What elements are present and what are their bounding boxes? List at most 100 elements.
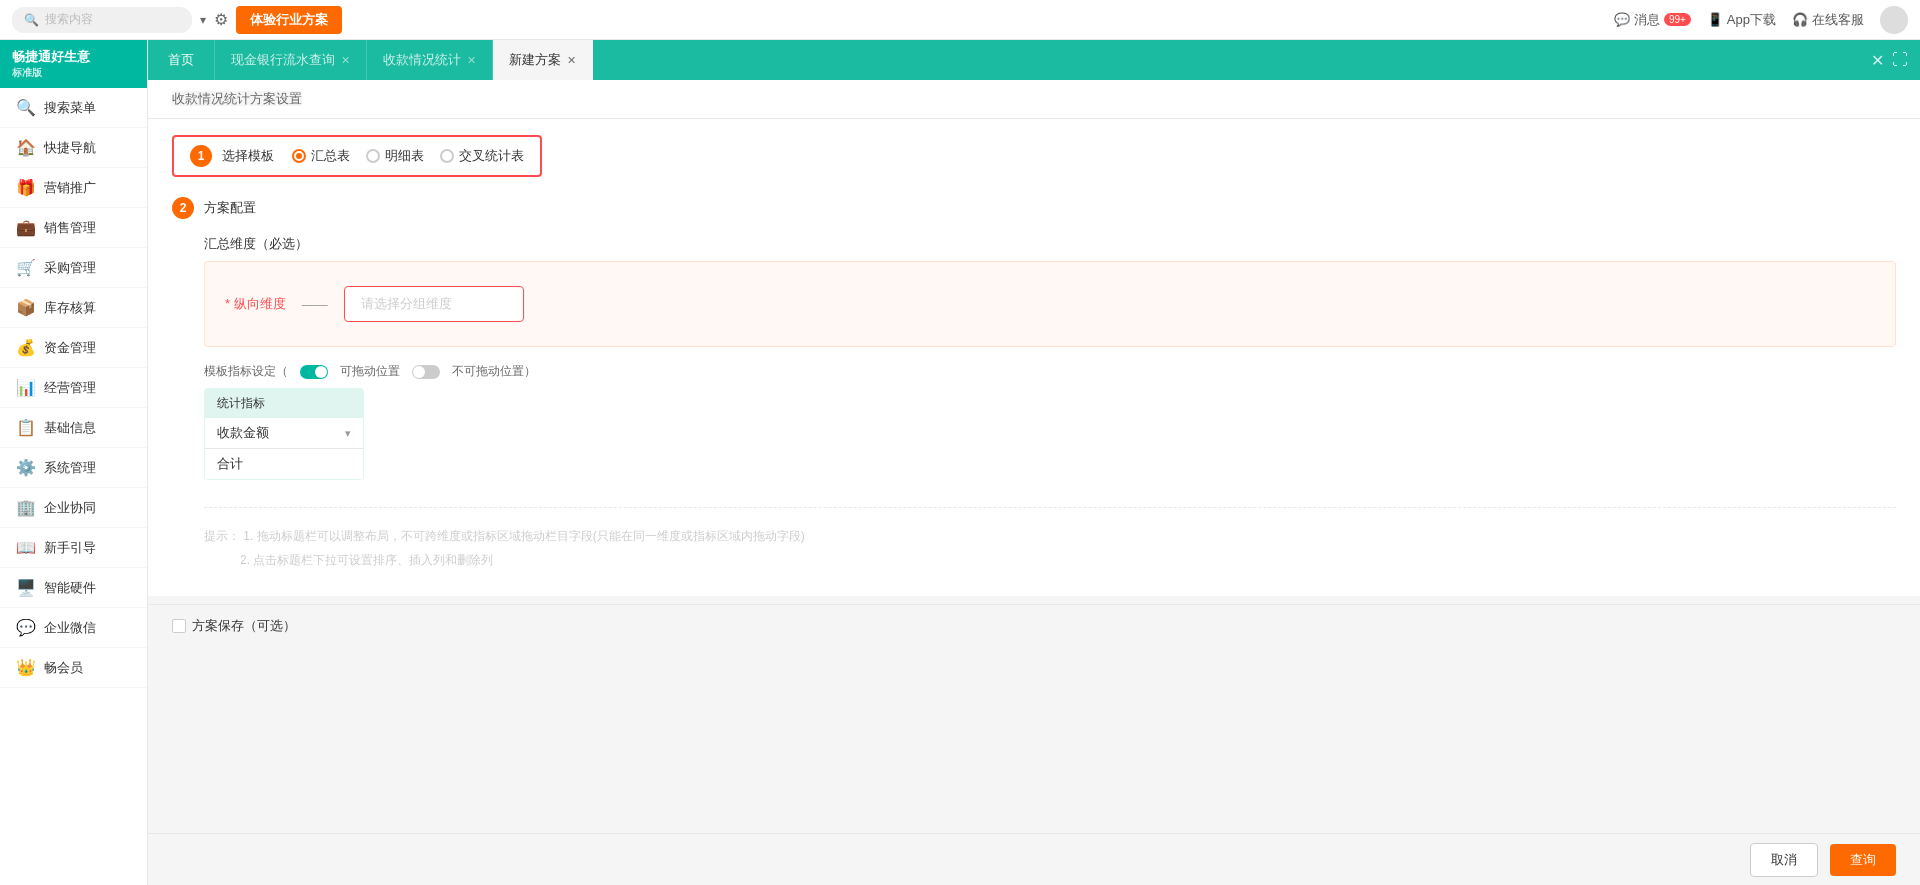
tab-collection-stat[interactable]: 收款情况统计 ✕	[367, 40, 493, 80]
header-search-bar[interactable]: 🔍 搜索内容	[12, 7, 192, 33]
radio-cross-circle	[440, 149, 454, 163]
weixin-icon: 💬	[16, 618, 36, 637]
purchase-icon: 🛒	[16, 258, 36, 277]
sidebar-label-sales: 销售管理	[44, 219, 96, 237]
tab-actions: ✕ ⛶	[1871, 51, 1920, 70]
sidebar-item-guide[interactable]: 📖 新手引导	[0, 528, 147, 568]
member-icon: 👑	[16, 658, 36, 677]
maximize-icon[interactable]: ⛶	[1892, 51, 1908, 69]
tab-home-label: 首页	[168, 51, 194, 69]
sidebar-label-enterprise: 企业协同	[44, 499, 96, 517]
save-option: 方案保存（可选）	[172, 617, 1896, 635]
message-icon: 💬	[1614, 12, 1630, 27]
sidebar-label-guide: 新手引导	[44, 539, 96, 557]
tab-cashbank[interactable]: 现金银行流水查询 ✕	[215, 40, 367, 80]
avatar[interactable]	[1880, 6, 1908, 34]
metrics-amount-dropdown-icon[interactable]: ▾	[345, 427, 351, 440]
page-content: 收款情况统计方案设置 1 选择模板 汇总表	[148, 80, 1920, 885]
tab-cashbank-close[interactable]: ✕	[341, 54, 350, 67]
radio-cross[interactable]: 交叉统计表	[440, 147, 524, 165]
metrics-header: 模板指标设定（ 可拖动位置 不可拖动位置）	[204, 363, 1896, 380]
metrics-section: 模板指标设定（ 可拖动位置 不可拖动位置） 统计指标 收款金额 ▾	[204, 363, 1896, 483]
save-option-checkbox[interactable]	[172, 619, 186, 633]
radio-summary[interactable]: 汇总表	[292, 147, 350, 165]
dimension-section-title: 汇总维度（必选）	[204, 235, 1896, 253]
sidebar-item-sales[interactable]: 💼 销售管理	[0, 208, 147, 248]
sidebar-item-member[interactable]: 👑 畅会员	[0, 648, 147, 688]
query-button[interactable]: 查询	[1830, 844, 1896, 876]
sidebar-item-smart-hw[interactable]: 🖥️ 智能硬件	[0, 568, 147, 608]
smart-hw-icon: 🖥️	[16, 578, 36, 597]
download-icon: 📱	[1707, 12, 1723, 27]
non-draggable-toggle[interactable]	[412, 365, 440, 379]
footer-buttons: 取消 查询	[148, 833, 1920, 885]
step2-section: 2 方案配置 汇总维度（必选） * 纵向维度 —— 请选择分组维度	[172, 197, 1896, 572]
sidebar-label-capital: 资金管理	[44, 339, 96, 357]
dimension-dropdown[interactable]: 请选择分组维度	[344, 286, 524, 322]
sidebar-item-enterprise[interactable]: 🏢 企业协同	[0, 488, 147, 528]
notification-item[interactable]: 💬 消息 99+	[1614, 11, 1691, 29]
sidebar-logo: 畅捷通好生意 标准版	[0, 40, 147, 88]
sidebar-item-system[interactable]: ⚙️ 系统管理	[0, 448, 147, 488]
service-icon: 🎧	[1792, 12, 1808, 27]
tab-cashbank-label: 现金银行流水查询	[231, 51, 335, 69]
tab-collection-stat-close[interactable]: ✕	[467, 54, 476, 67]
metrics-total-label: 合计	[217, 455, 243, 473]
trial-button[interactable]: 体验行业方案	[236, 6, 342, 34]
sales-icon: 💼	[16, 218, 36, 237]
hint-text-2: 2. 点击标题栏下拉可设置排序、插入列和删除列	[204, 548, 1896, 572]
step2-badge: 2	[172, 197, 194, 219]
notification-label: 消息	[1634, 11, 1660, 29]
service-item[interactable]: 🎧 在线客服	[1792, 11, 1864, 29]
sidebar-item-search-menu[interactable]: 🔍 搜索菜单	[0, 88, 147, 128]
step1-badge: 1	[190, 145, 212, 167]
marketing-icon: 🎁	[16, 178, 36, 197]
tab-bar: 首页 现金银行流水查询 ✕ 收款情况统计 ✕ 新建方案 ✕ ✕ ⛶	[148, 40, 1920, 80]
vertical-dimension-label: * 纵向维度	[225, 295, 286, 313]
draggable-toggle[interactable]	[300, 365, 328, 379]
enterprise-icon: 🏢	[16, 498, 36, 517]
metrics-table-header: 统计指标	[205, 389, 363, 418]
tab-home[interactable]: 首页	[148, 40, 215, 80]
sidebar-label-purchase: 采购管理	[44, 259, 96, 277]
notification-badge: 99+	[1664, 13, 1691, 26]
radio-detail-label: 明细表	[385, 147, 424, 165]
download-item[interactable]: 📱 App下载	[1707, 11, 1776, 29]
top-header: 🔍 搜索内容 ▾ ⚙ 体验行业方案 💬 消息 99+ 📱 App下载 🎧 在线客…	[0, 0, 1920, 40]
logo-text: 畅捷通好生意	[12, 48, 90, 66]
header-dropdown[interactable]: ▾	[200, 13, 206, 27]
sidebar-item-marketing[interactable]: 🎁 营销推广	[0, 168, 147, 208]
radio-detail[interactable]: 明细表	[366, 147, 424, 165]
search-placeholder-text: 搜索内容	[45, 11, 93, 28]
sidebar-label-marketing: 营销推广	[44, 179, 96, 197]
step1-label: 选择模板	[222, 147, 274, 165]
settings-icon[interactable]: ⚙	[214, 10, 228, 29]
sidebar-item-weixin[interactable]: 💬 企业微信	[0, 608, 147, 648]
header-right: 💬 消息 99+ 📱 App下载 🎧 在线客服	[1614, 6, 1908, 34]
cancel-button[interactable]: 取消	[1750, 843, 1818, 877]
sidebar-item-capital[interactable]: 💰 资金管理	[0, 328, 147, 368]
sidebar-label-member: 畅会员	[44, 659, 83, 677]
save-option-label: 方案保存（可选）	[192, 617, 296, 635]
hint-section: 提示： 1. 拖动标题栏可以调整布局，不可跨维度或指标区域拖动栏目字段(只能在同…	[204, 507, 1896, 572]
close-window-icon[interactable]: ✕	[1871, 51, 1884, 70]
metrics-row-amount[interactable]: 收款金额 ▾	[205, 418, 363, 448]
radio-summary-circle	[292, 149, 306, 163]
metrics-table: 统计指标 收款金额 ▾ 合计	[204, 388, 364, 480]
sidebar-item-operation[interactable]: 📊 经营管理	[0, 368, 147, 408]
service-label: 在线客服	[1812, 11, 1864, 29]
sidebar-item-purchase[interactable]: 🛒 采购管理	[0, 248, 147, 288]
tab-new-plan-close[interactable]: ✕	[567, 54, 576, 67]
radio-summary-label: 汇总表	[311, 147, 350, 165]
arrow-icon: ——	[302, 297, 328, 312]
sidebar-label-weixin: 企业微信	[44, 619, 96, 637]
search-menu-icon: 🔍	[16, 98, 36, 117]
sidebar-item-basic-info[interactable]: 📋 基础信息	[0, 408, 147, 448]
header-left: 🔍 搜索内容 ▾ ⚙ 体验行业方案	[12, 6, 342, 34]
sidebar: 畅捷通好生意 标准版 🔍 搜索菜单 🏠 快捷导航 🎁 营销推广 💼 销售管理 🛒…	[0, 40, 148, 885]
hint-text-1: 提示： 1. 拖动标题栏可以调整布局，不可跨维度或指标区域拖动栏目字段(只能在同…	[204, 524, 1896, 548]
tab-new-plan[interactable]: 新建方案 ✕	[493, 40, 593, 80]
sidebar-item-inventory[interactable]: 📦 库存核算	[0, 288, 147, 328]
sidebar-item-quick-nav[interactable]: 🏠 快捷导航	[0, 128, 147, 168]
radio-detail-circle	[366, 149, 380, 163]
